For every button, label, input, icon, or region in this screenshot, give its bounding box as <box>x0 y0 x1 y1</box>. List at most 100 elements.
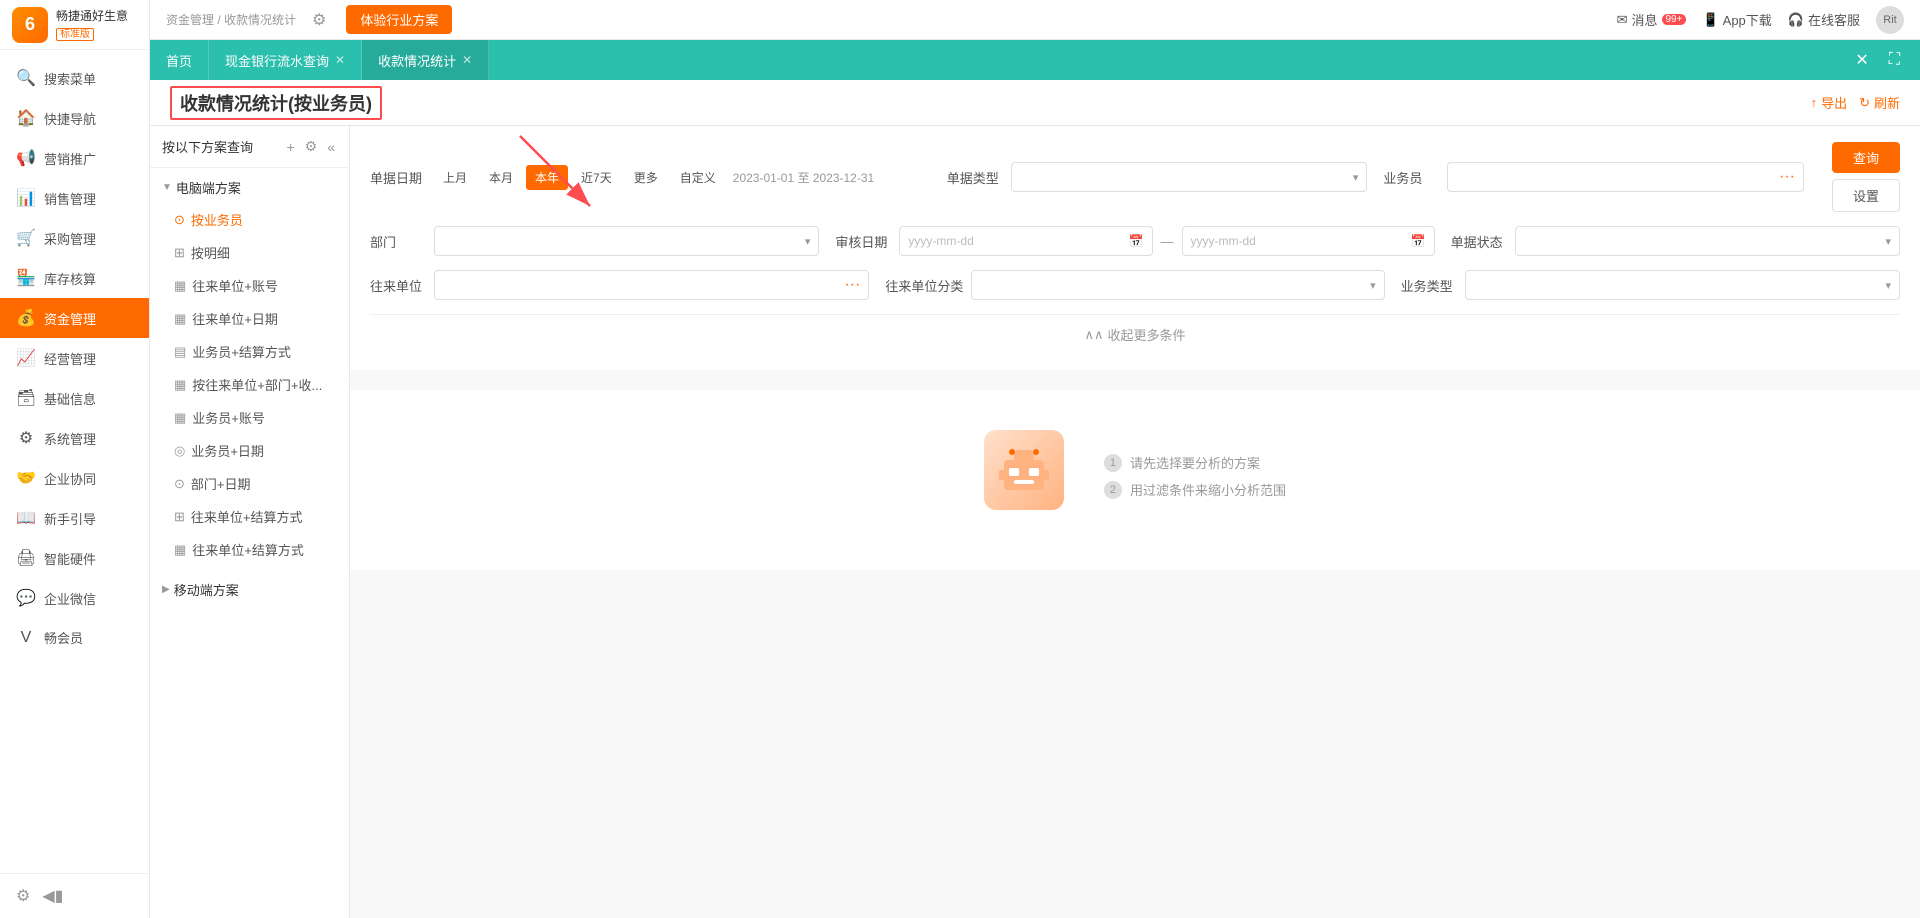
sidebar-item-system[interactable]: ⚙ 系统管理 <box>0 418 149 458</box>
logo-tag: 标准版 <box>56 28 94 41</box>
sidebar-item-inventory[interactable]: 🏪 库存核算 <box>0 258 149 298</box>
settings-bottom-icon[interactable]: ⚙ <box>16 886 30 906</box>
table5-icon: ▦ <box>174 542 186 558</box>
scheme-item-partner-date[interactable]: ▦ 往来单位+日期 <box>150 302 349 335</box>
tab-home[interactable]: 首页 <box>150 40 209 80</box>
wechat-icon: 💬 <box>16 588 36 608</box>
sidebar-item-sales-label: 销售管理 <box>44 189 96 208</box>
salesman-label: 业务员 <box>1383 168 1439 187</box>
settings-button[interactable]: 设置 <box>1832 179 1900 212</box>
message-button[interactable]: ✉ 消息 99+ <box>1617 10 1687 29</box>
filter-row-3: 往来单位 ··· 往来单位分类 ▾ 业务类型 <box>370 270 1900 300</box>
scheme-group-mobile-title[interactable]: ▶ 移动端方案 <box>150 574 349 605</box>
step-1-num: 1 <box>1104 454 1122 472</box>
header-gear-icon[interactable]: ⚙ <box>312 10 326 30</box>
hardware-icon: 🖨 <box>16 548 36 568</box>
scheme-item-salesman-account[interactable]: ▦ 业务员+账号 <box>150 401 349 434</box>
sidebar-item-hardware[interactable]: 🖨 智能硬件 <box>0 538 149 578</box>
scheme-add-button[interactable]: + <box>284 137 296 157</box>
docstatus-select[interactable]: ▾ <box>1515 226 1900 256</box>
scheme-item-salesman-date[interactable]: ◎ 业务员+日期 <box>150 434 349 467</box>
sidebar-item-marketing[interactable]: 📢 营销推广 <box>0 138 149 178</box>
sidebar-item-purchase[interactable]: 🛒 采购管理 <box>0 218 149 258</box>
date-range-display: 2023-01-01 至 2023-12-31 <box>733 169 874 186</box>
sidebar-item-vip[interactable]: V 畅会员 <box>0 618 149 657</box>
sidebar-nav: 🔍 搜索菜单 🏠 快捷导航 📢 营销推广 📊 销售管理 🛒 采购管理 🏪 库存核… <box>0 50 149 873</box>
filter-docstatus-item: 单据状态 ▾ <box>1451 226 1900 256</box>
basic-icon: 🗃 <box>16 388 36 408</box>
scheme-item-partner-settle1[interactable]: ⊞ 往来单位+结算方式 <box>150 500 349 533</box>
scheme-collapse-button[interactable]: « <box>325 137 337 157</box>
filter-panel: 单据日期 上月 本月 本年 近7天 更多 自定义 2023-01-01 至 20… <box>350 126 1920 918</box>
sidebar-item-quicknav-label: 快捷导航 <box>44 109 96 128</box>
date-btn-thisyear[interactable]: 本年 <box>526 165 568 190</box>
scheme-item-partner-dept[interactable]: ▦ 按往来单位+部门+收... <box>150 368 349 401</box>
query-button[interactable]: 查询 <box>1832 142 1900 173</box>
scheme-item-partner-settle2[interactable]: ▦ 往来单位+结算方式 <box>150 533 349 566</box>
export-button[interactable]: ↑ 导出 <box>1811 93 1848 112</box>
date-btn-lastmonth[interactable]: 上月 <box>434 165 476 190</box>
chevron-down-icon-btype: ▾ <box>1885 279 1891 292</box>
filter-row-1: 单据日期 上月 本月 本年 近7天 更多 自定义 2023-01-01 至 20… <box>370 142 1900 212</box>
user-avatar[interactable]: Rit <box>1876 6 1904 34</box>
tab-receipt-close[interactable]: ✕ <box>462 53 472 67</box>
partner-more-icon[interactable]: ··· <box>844 276 860 294</box>
partner-type-select[interactable]: ▾ <box>971 270 1384 300</box>
dept-select[interactable]: ▾ <box>434 226 819 256</box>
empty-robot-icon <box>984 430 1064 510</box>
tab-bank-close[interactable]: ✕ <box>335 53 345 67</box>
scheme-gear-button[interactable]: ⚙ <box>303 136 320 157</box>
scheme-item-salesman[interactable]: ⊙ 按业务员 <box>150 203 349 236</box>
biztype-select[interactable]: ▾ <box>1465 270 1900 300</box>
scheme-group-desktop-title[interactable]: ▼ 电脑端方案 <box>150 172 349 203</box>
scheme-item-detail[interactable]: ⊞ 按明细 <box>150 236 349 269</box>
app-download-label: App下载 <box>1723 10 1772 29</box>
sidebar-item-basic[interactable]: 🗃 基础信息 <box>0 378 149 418</box>
refresh-button[interactable]: ↻ 刷新 <box>1859 93 1900 112</box>
trial-button[interactable]: 体验行业方案 <box>346 5 452 34</box>
date-btn-7days[interactable]: 近7天 <box>572 165 621 190</box>
page-title-bar: 收款情况统计(按业务员) ↑ 导出 ↻ 刷新 <box>150 80 1920 126</box>
app-download-button[interactable]: 📱 App下载 <box>1702 10 1771 29</box>
tab-expand-button[interactable]: ⛶ <box>1881 47 1908 73</box>
scheme-item-partner-account[interactable]: ▦ 往来单位+账号 <box>150 269 349 302</box>
message-badge: 99+ <box>1662 14 1687 25</box>
sidebar-item-wechat[interactable]: 💬 企业微信 <box>0 578 149 618</box>
date-btn-thismonth[interactable]: 本月 <box>480 165 522 190</box>
review-date-to[interactable]: yyyy-mm-dd 📅 <box>1182 226 1435 256</box>
collapse-icon: ∧∧ <box>1084 327 1103 343</box>
collapse-icon[interactable]: ◀▮ <box>42 886 63 906</box>
marketing-icon: 📢 <box>16 148 36 168</box>
sidebar-item-sales[interactable]: 📊 销售管理 <box>0 178 149 218</box>
type-label: 单据类型 <box>947 168 1003 187</box>
tab-bank[interactable]: 现金银行流水查询 ✕ <box>209 40 362 80</box>
salesman-select[interactable]: ··· <box>1447 162 1804 192</box>
system-icon: ⚙ <box>16 428 36 448</box>
partner-select[interactable]: ··· <box>434 270 869 300</box>
collapse-conditions[interactable]: ∧∧ 收起更多条件 <box>370 314 1900 354</box>
sidebar-item-operations[interactable]: 📈 经营管理 <box>0 338 149 378</box>
sidebar-item-quicknav[interactable]: 🏠 快捷导航 <box>0 98 149 138</box>
sidebar-item-guide[interactable]: 📖 新手引导 <box>0 498 149 538</box>
sidebar-item-search[interactable]: 🔍 搜索菜单 <box>0 58 149 98</box>
tab-receipt[interactable]: 收款情况统计 ✕ <box>362 40 489 80</box>
online-service-button[interactable]: 🎧 在线客服 <box>1788 10 1860 29</box>
review-date-from[interactable]: yyyy-mm-dd 📅 <box>899 226 1152 256</box>
date-btn-custom[interactable]: 自定义 <box>671 165 725 190</box>
sidebar-item-marketing-label: 营销推广 <box>44 149 96 168</box>
type-select[interactable]: ▾ <box>1011 162 1368 192</box>
tab-close-all-button[interactable]: ✕ <box>1847 46 1876 74</box>
date-btn-more[interactable]: 更多 <box>625 165 667 190</box>
scheme-item-partner-account-label: 往来单位+账号 <box>192 276 278 295</box>
online-service-icon: 🎧 <box>1788 12 1804 28</box>
sidebar-item-guide-label: 新手引导 <box>44 509 96 528</box>
date-separator: — <box>1161 234 1174 249</box>
sidebar-item-finance[interactable]: 💰 资金管理 <box>0 298 149 338</box>
scheme-item-salesman-account-label: 业务员+账号 <box>192 408 265 427</box>
partner-label: 往来单位 <box>370 276 426 295</box>
empty-state: 1 请先选择要分析的方案 2 用过滤条件来缩小分析范围 <box>350 390 1920 570</box>
scheme-item-dept-date[interactable]: ⊙ 部门+日期 <box>150 467 349 500</box>
salesman-more-icon[interactable]: ··· <box>1779 168 1795 186</box>
scheme-item-salesman-settle[interactable]: ▤ 业务员+结算方式 <box>150 335 349 368</box>
sidebar-item-enterprise[interactable]: 🤝 企业协同 <box>0 458 149 498</box>
